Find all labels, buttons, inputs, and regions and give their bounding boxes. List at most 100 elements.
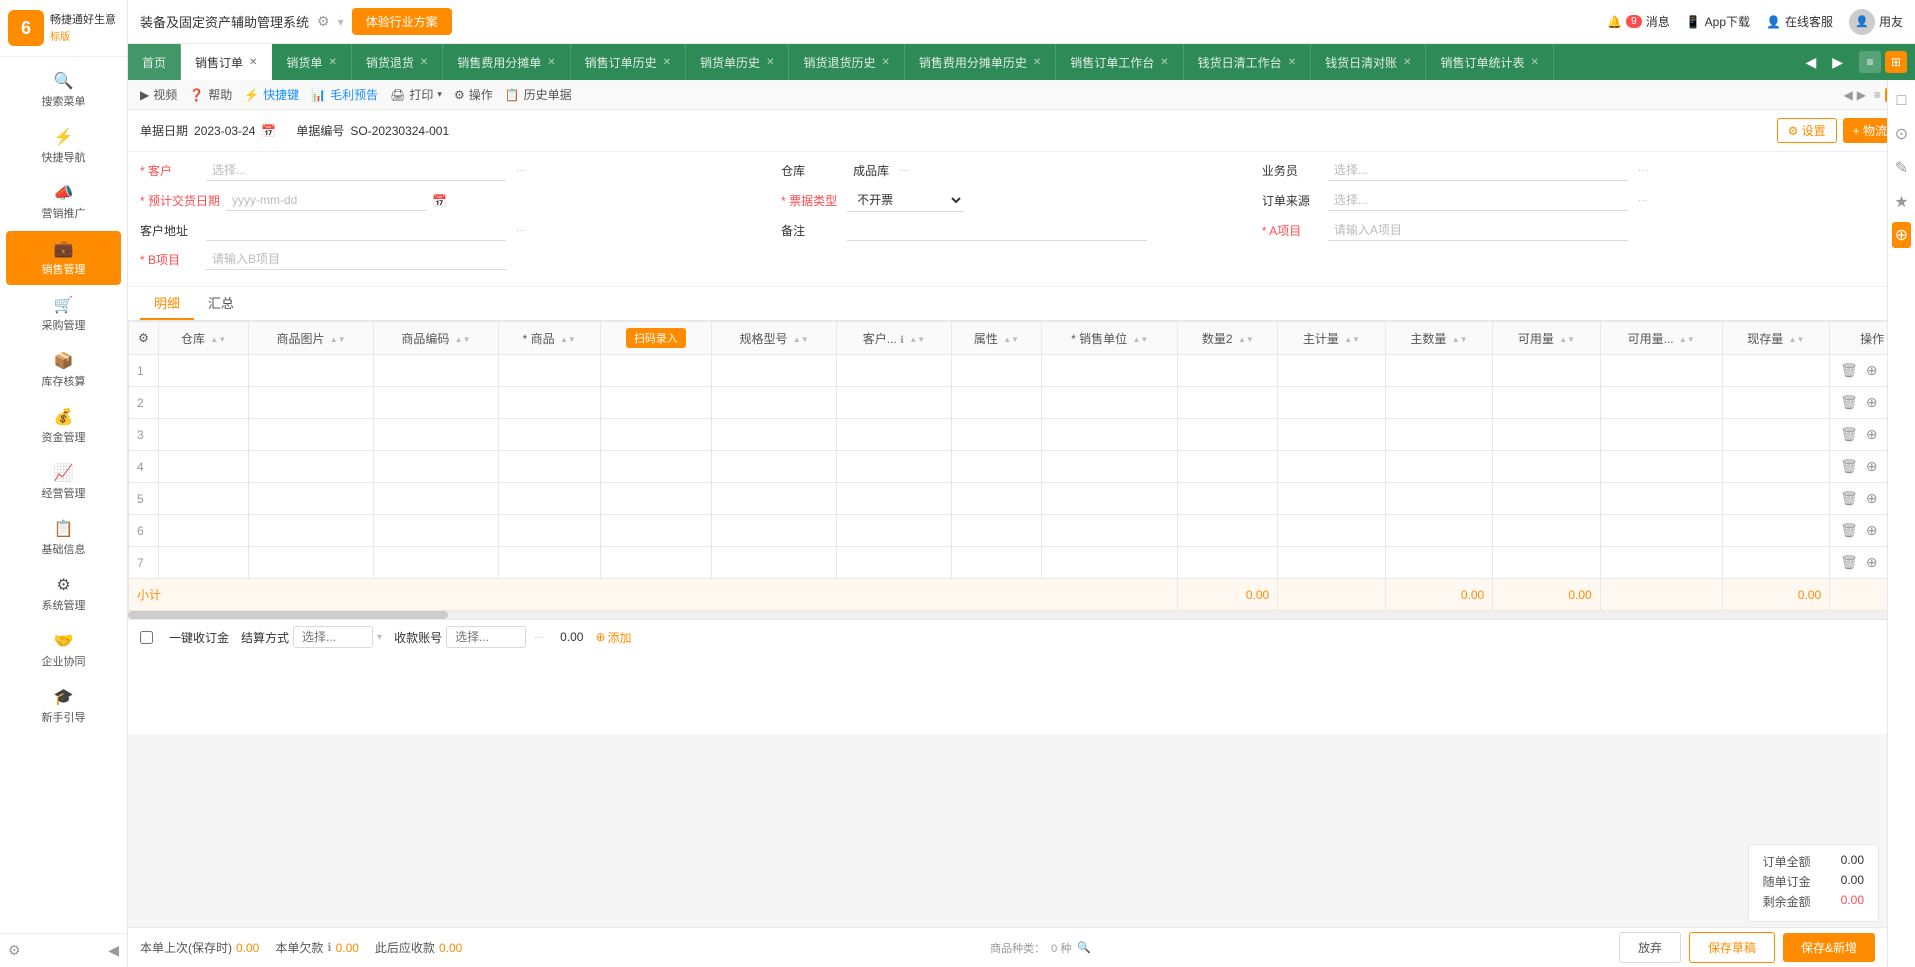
tab-expense-history[interactable]: 销售费用分摊单历史 ✕: [905, 44, 1056, 80]
copy-row-button[interactable]: ⊕: [1864, 456, 1880, 477]
tab-close-icon[interactable]: ✕: [328, 57, 336, 68]
save-draft-button[interactable]: 保存草稿: [1689, 932, 1775, 963]
tab-close-icon[interactable]: ✕: [1403, 57, 1411, 68]
tab-close-icon[interactable]: ✕: [420, 57, 428, 68]
sidebar-item-operations[interactable]: 📈 经营管理: [6, 455, 121, 509]
copy-row-button[interactable]: ⊕: [1864, 552, 1880, 573]
sidebar-item-search[interactable]: 🔍 搜索菜单: [6, 63, 121, 117]
toolbar-print[interactable]: 🖨 打印 ▾: [390, 86, 442, 103]
tab-close-icon[interactable]: ✕: [1160, 57, 1168, 68]
settings-bottom-icon[interactable]: ⚙: [8, 942, 21, 959]
account-more-icon[interactable]: ···: [530, 632, 548, 643]
sidebar-item-system[interactable]: ⚙ 系统管理: [6, 567, 121, 621]
attribute-cell[interactable]: [951, 355, 1041, 387]
tab-home[interactable]: 首页: [128, 44, 181, 80]
customer-more-icon[interactable]: ···: [512, 165, 530, 176]
sidebar-item-guide[interactable]: 🎓 新手引导: [6, 679, 121, 733]
tab-close-icon[interactable]: ✕: [1033, 57, 1041, 68]
customer-input[interactable]: [206, 160, 506, 181]
invoice-type-select[interactable]: 不开票 增值税专用发票 增值税普通发票: [847, 189, 964, 212]
calendar-icon[interactable]: 📅: [261, 124, 276, 138]
sidebar-item-inventory[interactable]: 📦 库存核算: [6, 343, 121, 397]
tab-order-history[interactable]: 销售订单历史 ✕: [571, 44, 686, 80]
tab-return-history[interactable]: 销货退货历史 ✕: [789, 44, 904, 80]
product-cell[interactable]: [498, 355, 600, 387]
tab-next-arrow[interactable]: ▶: [1824, 54, 1851, 71]
add-payment-button[interactable]: ⊕ 添加: [595, 629, 631, 646]
tab-close-icon[interactable]: ✕: [663, 57, 671, 68]
delete-row-button[interactable]: 🗑: [1838, 360, 1860, 381]
warehouse-cell[interactable]: [159, 355, 249, 387]
warehouse-more-icon[interactable]: ···: [895, 165, 913, 176]
copy-row-button[interactable]: ⊕: [1864, 424, 1880, 445]
order-source-more-icon[interactable]: ···: [1634, 195, 1652, 206]
discard-button[interactable]: 放弃: [1619, 932, 1681, 963]
account-input[interactable]: [446, 626, 526, 648]
address-more-icon[interactable]: ···: [512, 225, 530, 236]
remark-input[interactable]: [847, 220, 1147, 241]
toolbar-profit[interactable]: 📊 毛利预告: [311, 86, 378, 103]
sidebar-item-marketing[interactable]: 📣 营销推广: [6, 175, 121, 229]
delivery-calendar-icon[interactable]: 📅: [432, 194, 447, 208]
tab-order-stats[interactable]: 销售订单统计表 ✕: [1426, 44, 1553, 80]
system-settings-icon[interactable]: ⚙: [317, 13, 330, 30]
toolbar-operations[interactable]: ⚙ 操作: [454, 86, 493, 103]
scrollbar-thumb[interactable]: [128, 611, 448, 619]
delete-row-button[interactable]: 🗑: [1838, 456, 1860, 477]
sidebar-item-quick-nav[interactable]: ⚡ 快捷导航: [6, 119, 121, 173]
settings-button[interactable]: ⚙ 设置: [1777, 118, 1837, 143]
delete-row-button[interactable]: 🗑: [1838, 392, 1860, 413]
sidebar-item-finance[interactable]: 💰 资金管理: [6, 399, 121, 453]
scan-input-button[interactable]: 扫码录入: [626, 328, 686, 348]
tab-close-icon[interactable]: ✕: [766, 57, 774, 68]
toolbar-history[interactable]: 📋 历史单据: [505, 86, 572, 103]
copy-row-button[interactable]: ⊕: [1864, 360, 1880, 381]
toolbar-video[interactable]: ▶ 视频: [140, 86, 177, 103]
b-project-input[interactable]: [206, 249, 506, 270]
tab-expense-split[interactable]: 销售费用分摊单 ✕: [443, 44, 570, 80]
right-panel-icon-3[interactable]: ✎: [1891, 154, 1912, 182]
tab-close-icon[interactable]: ✕: [547, 57, 555, 68]
delete-row-button[interactable]: 🗑: [1838, 552, 1860, 573]
right-panel-icon-2[interactable]: ⊙: [1891, 120, 1912, 148]
toolbar-nav-next[interactable]: ▶: [1857, 88, 1866, 102]
right-panel-icon-1[interactable]: □: [1893, 88, 1911, 114]
online-service-item[interactable]: 👤 在线客服: [1766, 13, 1833, 30]
tab-cashflow-workbench[interactable]: 钱货日清工作台 ✕: [1184, 44, 1311, 80]
toolbar-list-view[interactable]: ≡: [1874, 88, 1881, 102]
salesperson-input[interactable]: [1328, 160, 1628, 181]
tab-summary[interactable]: 汇总: [194, 287, 248, 320]
salesperson-more-icon[interactable]: ···: [1634, 165, 1652, 176]
right-panel-icon-5[interactable]: ⊕: [1892, 222, 1911, 248]
unit-cell[interactable]: [1042, 355, 1178, 387]
spec-cell[interactable]: [712, 355, 837, 387]
app-download-item[interactable]: 📱 App下载: [1686, 13, 1750, 30]
tab-close-icon[interactable]: ✕: [881, 57, 889, 68]
horizontal-scrollbar[interactable]: [128, 611, 1915, 619]
sidebar-item-sales[interactable]: 💼 销售管理: [6, 231, 121, 285]
tab-close-icon[interactable]: ✕: [1288, 57, 1296, 68]
sidebar-item-purchase[interactable]: 🛒 采购管理: [6, 287, 121, 341]
order-source-input[interactable]: [1328, 190, 1628, 211]
delete-row-button[interactable]: 🗑: [1838, 424, 1860, 445]
qty2-cell[interactable]: [1178, 355, 1278, 387]
tab-sales-order[interactable]: 销售订单 ✕: [181, 44, 272, 80]
copy-row-button[interactable]: ⊕: [1864, 392, 1880, 413]
delivery-date-input[interactable]: [226, 190, 426, 211]
sidebar-item-base[interactable]: 📋 基础信息: [6, 511, 121, 565]
toolbar-nav-prev[interactable]: ◀: [1843, 88, 1852, 102]
code-cell[interactable]: [373, 355, 498, 387]
sidebar-item-enterprise[interactable]: 🤝 企业协同: [6, 623, 121, 677]
tab-expand-btn[interactable]: ⊞: [1885, 51, 1907, 73]
delete-row-button[interactable]: 🗑: [1838, 520, 1860, 541]
tab-close-icon[interactable]: ✕: [1531, 57, 1539, 68]
tab-sales-return[interactable]: 销货退货 ✕: [352, 44, 443, 80]
customer-code-cell[interactable]: [836, 355, 951, 387]
tab-sales-invoice[interactable]: 销货单 ✕: [272, 44, 351, 80]
payment-method-input[interactable]: [293, 626, 373, 648]
industry-solution-button[interactable]: 体验行业方案: [352, 8, 452, 35]
a-project-input[interactable]: [1328, 220, 1628, 241]
tab-order-workbench[interactable]: 销售订单工作台 ✕: [1056, 44, 1183, 80]
tab-cashflow-reconcile[interactable]: 钱货日清对账 ✕: [1311, 44, 1426, 80]
toolbar-shortcuts[interactable]: ⚡ 快捷键: [244, 86, 299, 103]
